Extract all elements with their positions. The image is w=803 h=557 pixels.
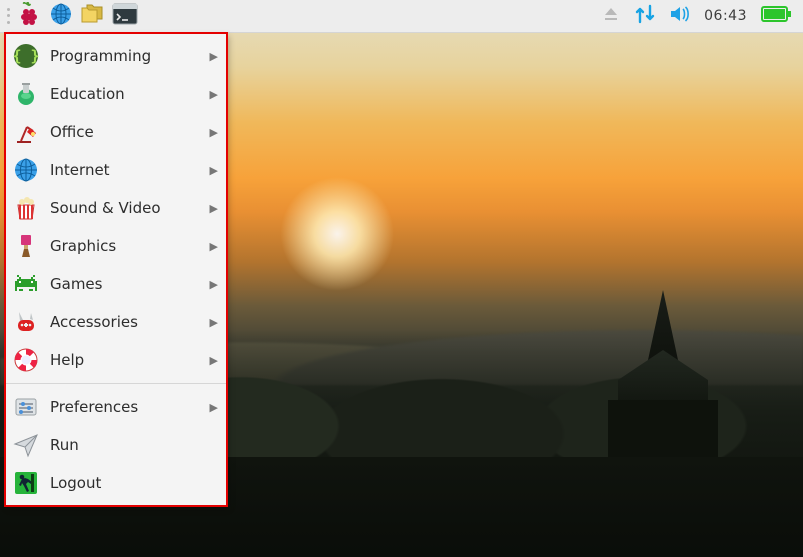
system-tray: 06:43: [602, 4, 797, 28]
menu-item-graphics[interactable]: Graphics ▶: [6, 227, 226, 265]
menu-item-label: Sound & Video: [50, 199, 200, 217]
raspberry-menu-button[interactable]: [14, 1, 44, 31]
chevron-right-icon: ▶: [210, 202, 218, 215]
menu-item-label: Logout: [50, 474, 218, 492]
menu-item-label: Games: [50, 275, 200, 293]
chevron-right-icon: ▶: [210, 50, 218, 63]
menu-item-preferences[interactable]: Preferences ▶: [6, 388, 226, 426]
globe-icon: [12, 156, 40, 184]
menu-item-sound-video[interactable]: Sound & Video ▶: [6, 189, 226, 227]
braces-icon: { }: [12, 42, 40, 70]
menu-item-label: Help: [50, 351, 200, 369]
chevron-right-icon: ▶: [210, 88, 218, 101]
menu-item-accessories[interactable]: Accessories ▶: [6, 303, 226, 341]
folders-icon: [80, 3, 106, 29]
menu-item-office[interactable]: Office ▶: [6, 113, 226, 151]
menu-item-label: Office: [50, 123, 200, 141]
exit-icon: [12, 469, 40, 497]
chevron-right-icon: ▶: [210, 316, 218, 329]
sliders-icon: [12, 393, 40, 421]
chevron-right-icon: ▶: [210, 240, 218, 253]
desk-lamp-icon: [12, 118, 40, 146]
chevron-right-icon: ▶: [210, 164, 218, 177]
raspberry-icon: [17, 2, 41, 30]
taskbar: 06:43: [0, 0, 803, 33]
paper-plane-icon: [12, 431, 40, 459]
menu-item-logout[interactable]: Logout: [6, 464, 226, 502]
menu-item-label: Programming: [50, 47, 200, 65]
chevron-right-icon: ▶: [210, 401, 218, 414]
terminal-launcher[interactable]: [110, 1, 140, 31]
popcorn-icon: [12, 194, 40, 222]
swiss-knife-icon: [12, 308, 40, 336]
menu-item-programming[interactable]: { } Programming ▶: [6, 37, 226, 75]
battery-full-icon[interactable]: [761, 6, 791, 26]
chevron-right-icon: ▶: [210, 126, 218, 139]
menu-item-label: Internet: [50, 161, 200, 179]
menu-item-label: Graphics: [50, 237, 200, 255]
menu-separator: [6, 383, 226, 384]
paint-brush-icon: [12, 232, 40, 260]
menu-item-games[interactable]: Games ▶: [6, 265, 226, 303]
menu-item-label: Education: [50, 85, 200, 103]
taskbar-grip[interactable]: [6, 3, 12, 29]
svg-text:{ }: { }: [13, 47, 39, 65]
taskbar-launchers: [14, 1, 140, 31]
chevron-right-icon: ▶: [210, 354, 218, 367]
terminal-icon: [112, 3, 138, 29]
menu-item-run[interactable]: Run: [6, 426, 226, 464]
file-manager-launcher[interactable]: [78, 1, 108, 31]
menu-item-label: Run: [50, 436, 218, 454]
menu-item-label: Accessories: [50, 313, 200, 331]
space-invader-icon: [12, 270, 40, 298]
menu-item-help[interactable]: Help ▶: [6, 341, 226, 379]
wallpaper-temple: [608, 290, 718, 480]
lifebuoy-icon: [12, 346, 40, 374]
menu-item-label: Preferences: [50, 398, 200, 416]
menu-item-internet[interactable]: Internet ▶: [6, 151, 226, 189]
network-updown-icon[interactable]: [634, 4, 656, 28]
application-menu: { } Programming ▶ Education ▶ Office ▶ I…: [5, 33, 227, 506]
volume-icon[interactable]: [670, 5, 690, 27]
globe-icon: [49, 2, 73, 30]
web-browser-launcher[interactable]: [46, 1, 76, 31]
flask-icon: [12, 80, 40, 108]
menu-item-education[interactable]: Education ▶: [6, 75, 226, 113]
clock[interactable]: 06:43: [704, 8, 747, 24]
eject-icon[interactable]: [602, 5, 620, 27]
chevron-right-icon: ▶: [210, 278, 218, 291]
